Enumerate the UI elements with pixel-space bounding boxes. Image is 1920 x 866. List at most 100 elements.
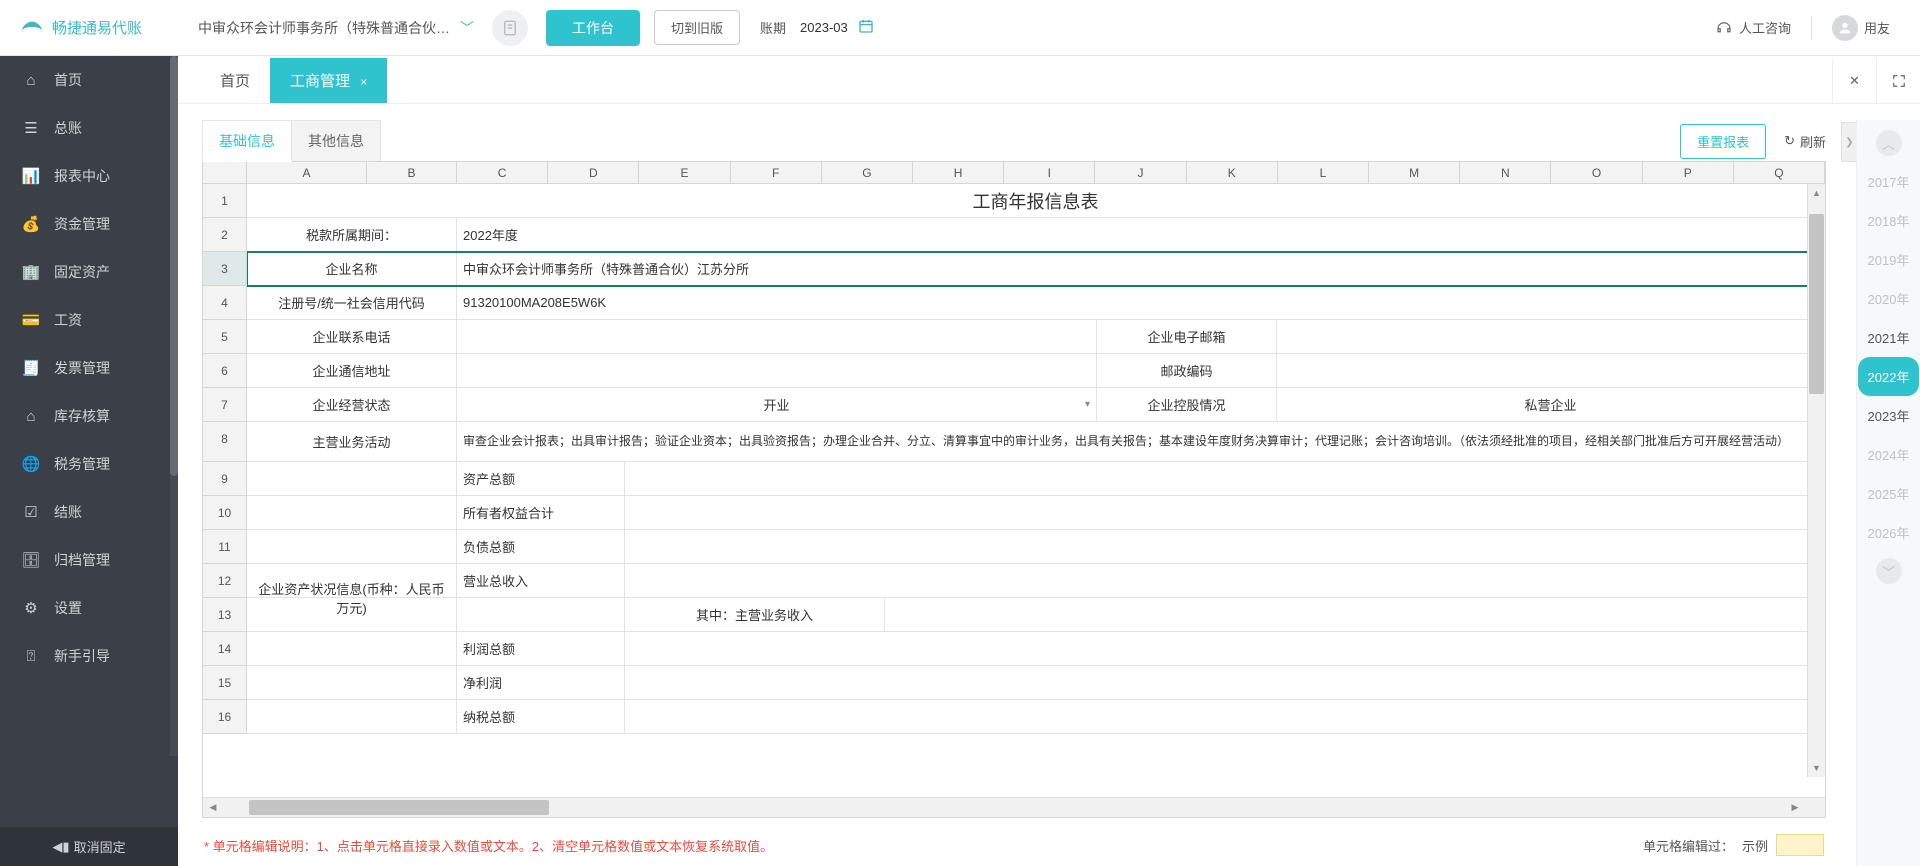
row-header[interactable]: 12 (203, 564, 247, 598)
label-total-revenue[interactable]: 营业总收入 (457, 564, 625, 597)
value-tax-period[interactable]: 2022年度 (457, 218, 1825, 251)
row-header[interactable]: 5 (203, 320, 247, 354)
value-main-biz[interactable]: 审查企业会计报表；出具审计报告；验证企业资本；出具验资报告；办理企业合并、分立、… (457, 422, 1825, 461)
column-header[interactable]: P (1643, 162, 1734, 183)
value-postcode[interactable] (1277, 354, 1825, 387)
column-header[interactable]: H (913, 162, 1004, 183)
row-header[interactable]: 3 (203, 252, 247, 286)
nav-tax[interactable]: 🌐税务管理 (0, 440, 178, 488)
collapse-rail-icon[interactable]: ❯ (1841, 122, 1857, 162)
label-liabilities[interactable]: 负债总额 (457, 530, 625, 563)
value-label-total-tax[interactable] (625, 700, 1825, 733)
row-header[interactable]: 13 (203, 598, 247, 632)
value-reg-code[interactable]: 91320100MA208E5W6K (457, 286, 1825, 319)
close-icon[interactable]: × (360, 75, 367, 89)
value-email[interactable] (1277, 320, 1825, 353)
scroll-down-icon[interactable]: ▼ (1808, 759, 1825, 777)
scroll-left-icon[interactable]: ◀ (203, 798, 223, 817)
column-header[interactable]: Q (1734, 162, 1825, 183)
column-header[interactable]: C (457, 162, 548, 183)
row-header[interactable]: 11 (203, 530, 247, 564)
row-header[interactable]: 15 (203, 666, 247, 700)
year-item[interactable]: 2023年 (1858, 396, 1920, 435)
label-owner-equity[interactable]: 所有者权益合计 (457, 496, 625, 529)
row-header[interactable]: 2 (203, 218, 247, 252)
value-status[interactable]: 开业 (457, 388, 1097, 421)
row-header[interactable]: 16 (203, 700, 247, 734)
scroll-up-icon[interactable]: ▲ (1808, 184, 1825, 202)
row-header[interactable]: 7 (203, 388, 247, 422)
value-label-owner-equity[interactable] (625, 496, 1825, 529)
refresh-button[interactable]: ↻ 刷新 (1784, 132, 1826, 151)
year-item[interactable]: 2025年 (1858, 474, 1920, 513)
nav-close[interactable]: ☑结账 (0, 488, 178, 536)
scrollbar-thumb[interactable] (249, 800, 549, 815)
scrollbar-thumb[interactable] (1809, 214, 1824, 394)
nav-inventory[interactable]: ⌂库存核算 (0, 392, 178, 440)
year-item[interactable]: 2020年 (1858, 279, 1920, 318)
nav-invoice[interactable]: 🧾发票管理 (0, 344, 178, 392)
label-main-biz[interactable]: 主营业务活动 (247, 422, 457, 461)
label-address[interactable]: 企业通信地址 (247, 354, 457, 387)
scroll-right-icon[interactable]: ▶ (1785, 798, 1805, 817)
nav-salary[interactable]: 💳工资 (0, 296, 178, 344)
column-header[interactable]: G (822, 162, 913, 183)
label-postcode[interactable]: 邮政编码 (1097, 354, 1277, 387)
column-header[interactable]: L (1278, 162, 1369, 183)
tab-home[interactable]: 首页 (200, 58, 270, 103)
column-header[interactable]: A (247, 162, 367, 183)
year-item[interactable]: 2018年 (1858, 201, 1920, 240)
nav-guide[interactable]: ⍰新手引导 (0, 632, 178, 680)
nav-fixed-assets[interactable]: 🏢固定资产 (0, 248, 178, 296)
calendar-icon[interactable] (858, 18, 874, 37)
value-empty[interactable] (457, 598, 625, 631)
column-header[interactable]: M (1369, 162, 1460, 183)
close-all-button[interactable]: ✕ (1832, 59, 1876, 103)
select-all-corner[interactable] (203, 162, 247, 183)
value-phone[interactable] (457, 320, 1097, 353)
column-header[interactable]: J (1095, 162, 1186, 183)
label-total-tax[interactable]: 纳税总额 (457, 700, 625, 733)
value-label-total-profit[interactable] (625, 632, 1825, 665)
user-menu[interactable]: 用友 (1832, 15, 1890, 41)
value-company-name[interactable]: 中审众环会计师事务所（特殊普通合伙）江苏分所 (457, 252, 1825, 285)
consult-button[interactable]: 人工咨询 (1715, 18, 1791, 37)
column-header[interactable]: E (639, 162, 730, 183)
column-header[interactable]: B (367, 162, 457, 183)
year-item[interactable]: 2017年 (1858, 162, 1920, 201)
column-header[interactable]: F (731, 162, 822, 183)
label-main-revenue[interactable]: 其中：主营业务收入 (625, 598, 885, 631)
column-header[interactable]: O (1551, 162, 1642, 183)
value-label-main-revenue[interactable] (885, 598, 1825, 631)
year-item[interactable]: 2019年 (1858, 240, 1920, 279)
subtab-basic[interactable]: 基础信息 (202, 120, 292, 162)
label-company-name[interactable]: 企业名称 (247, 252, 457, 285)
label-total-profit[interactable]: 利润总额 (457, 632, 625, 665)
subtab-other[interactable]: 其他信息 (292, 120, 381, 162)
nav-home[interactable]: ⌂首页 (0, 56, 178, 104)
row-header[interactable]: 4 (203, 286, 247, 320)
switch-old-button[interactable]: 切到旧版 (654, 10, 740, 45)
doc-icon-button[interactable] (492, 10, 528, 46)
label-total-assets[interactable]: 资产总额 (457, 462, 625, 495)
column-header[interactable]: K (1187, 162, 1278, 183)
value-label-net-profit[interactable] (625, 666, 1825, 699)
nav-funds[interactable]: 💰资金管理 (0, 200, 178, 248)
nav-settings[interactable]: ⚙设置 (0, 584, 178, 632)
value-label-total-revenue[interactable] (625, 564, 1825, 597)
row-header[interactable]: 14 (203, 632, 247, 666)
nav-reports[interactable]: 📊报表中心 (0, 152, 178, 200)
sidebar-scrollbar[interactable] (170, 56, 178, 756)
label-net-profit[interactable]: 净利润 (457, 666, 625, 699)
row-header[interactable]: 10 (203, 496, 247, 530)
nav-ledger[interactable]: ☰总账 (0, 104, 178, 152)
label-phone[interactable]: 企业联系电话 (247, 320, 457, 353)
year-item[interactable]: 2021年 (1858, 318, 1920, 357)
value-label-total-assets[interactable] (625, 462, 1825, 495)
fullscreen-button[interactable] (1876, 59, 1920, 103)
column-header[interactable]: N (1460, 162, 1551, 183)
tab-business-admin[interactable]: 工商管理 × (270, 58, 387, 103)
row-header[interactable]: 8 (203, 422, 247, 462)
row-header[interactable]: 1 (203, 184, 247, 218)
value-address[interactable] (457, 354, 1097, 387)
